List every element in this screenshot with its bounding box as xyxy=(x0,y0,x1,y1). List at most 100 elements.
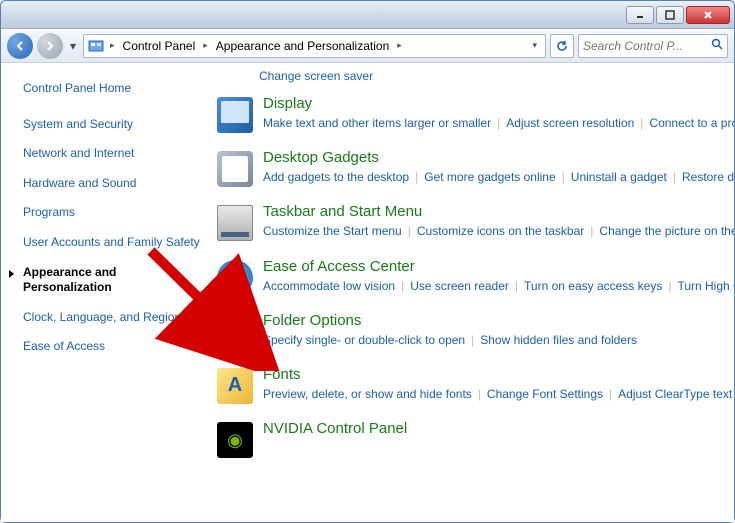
category-title[interactable]: Desktop Gadgets xyxy=(263,149,734,166)
folder-icon xyxy=(217,314,253,350)
separator: | xyxy=(556,170,571,184)
category-body: NVIDIA Control Panel xyxy=(263,420,724,458)
chevron-right-icon[interactable]: ▸ xyxy=(395,40,404,51)
category-title[interactable]: Display xyxy=(263,95,734,112)
task-link[interactable]: Specify single- or double-click to open xyxy=(263,333,465,347)
task-link[interactable]: Adjust screen resolution xyxy=(506,116,634,130)
category: Folder Options Specify single- or double-… xyxy=(211,308,734,362)
separator: | xyxy=(634,116,649,130)
category-links: Customize the Start menu|Customize icons… xyxy=(263,222,734,241)
breadcrumb-root[interactable]: Control Panel xyxy=(121,39,198,53)
sidebar-item-system-security[interactable]: System and Security xyxy=(23,117,201,133)
address-bar[interactable]: ▸ Control Panel ▸ Appearance and Persona… xyxy=(83,34,546,58)
sidebar-item-user-accounts[interactable]: User Accounts and Family Safety xyxy=(23,235,201,251)
task-link[interactable]: Restore desktop gadgets installed with W… xyxy=(682,170,734,184)
separator: | xyxy=(465,333,480,347)
category-title[interactable]: Ease of Access Center xyxy=(263,258,734,275)
category: Taskbar and Start Menu Customize the Star… xyxy=(211,199,734,253)
sidebar-item-appearance[interactable]: Appearance and Personalization xyxy=(23,265,201,296)
category-title[interactable]: Taskbar and Start Menu xyxy=(263,203,734,220)
sidebar-item-programs[interactable]: Programs xyxy=(23,205,201,221)
separator: | xyxy=(402,224,417,238)
search-box[interactable] xyxy=(578,34,728,58)
taskbar-icon xyxy=(217,205,253,241)
category-body: Taskbar and Start Menu Customize the Star… xyxy=(263,203,734,241)
category-title[interactable]: NVIDIA Control Panel xyxy=(263,420,724,437)
category-links: Accommodate low vision|Use screen reader… xyxy=(263,277,734,296)
display-icon xyxy=(217,97,253,133)
category: Fonts Preview, delete, or show and hide f… xyxy=(211,362,734,416)
category: NVIDIA Control Panel xyxy=(211,416,734,470)
category-body: Folder Options Specify single- or double-… xyxy=(263,312,724,350)
search-input[interactable] xyxy=(583,39,707,53)
control-panel-home-link[interactable]: Control Panel Home xyxy=(23,81,201,97)
task-link[interactable]: Show hidden files and folders xyxy=(480,333,637,347)
category-links: Preview, delete, or show and hide fonts|… xyxy=(263,385,732,404)
task-link[interactable]: Uninstall a gadget xyxy=(571,170,667,184)
gadget-icon xyxy=(217,151,253,187)
fonts-icon xyxy=(217,368,253,404)
task-link[interactable]: Accommodate low vision xyxy=(263,279,395,293)
separator: | xyxy=(509,279,524,293)
separator: | xyxy=(472,387,487,401)
task-link[interactable]: Connect to a projector xyxy=(649,116,734,130)
main-panel: Change screen saver Display Make text and… xyxy=(211,63,734,522)
task-link[interactable]: Use screen reader xyxy=(410,279,509,293)
separator: | xyxy=(395,279,410,293)
task-link[interactable]: Turn High Contrast on or off xyxy=(677,279,734,293)
category: Desktop Gadgets Add gadgets to the deskto… xyxy=(211,145,734,199)
sidebar-item-hardware[interactable]: Hardware and Sound xyxy=(23,176,201,192)
task-link[interactable]: Preview, delete, or show and hide fonts xyxy=(263,387,472,401)
category-body: Display Make text and other items larger … xyxy=(263,95,734,133)
back-button[interactable] xyxy=(7,33,33,59)
task-link[interactable]: Change Font Settings xyxy=(487,387,603,401)
navbar: ▾ ▸ Control Panel ▸ Appearance and Perso… xyxy=(1,29,734,63)
task-link[interactable]: Make text and other items larger or smal… xyxy=(263,116,491,130)
maximize-button[interactable] xyxy=(656,6,684,24)
body: Control Panel Home System and Security N… xyxy=(1,63,734,522)
chevron-right-icon[interactable]: ▸ xyxy=(201,40,210,51)
sidebar-item-clock[interactable]: Clock, Language, and Region xyxy=(23,310,201,326)
category: Display Make text and other items larger … xyxy=(211,91,734,145)
task-link[interactable]: Customize icons on the taskbar xyxy=(417,224,584,238)
task-link[interactable]: Turn on easy access keys xyxy=(524,279,662,293)
task-link[interactable]: Get more gadgets online xyxy=(424,170,555,184)
category-body: Fonts Preview, delete, or show and hide f… xyxy=(263,366,732,404)
sidebar-item-ease[interactable]: Ease of Access xyxy=(23,339,201,355)
category-title[interactable]: Folder Options xyxy=(263,312,724,329)
category-links: Make text and other items larger or smal… xyxy=(263,114,734,133)
window: ▾ ▸ Control Panel ▸ Appearance and Perso… xyxy=(0,0,735,523)
sidebar: Control Panel Home System and Security N… xyxy=(1,63,211,522)
category-links: Specify single- or double-click to open|… xyxy=(263,331,724,350)
separator: | xyxy=(662,279,677,293)
forward-button[interactable] xyxy=(37,33,63,59)
separator: | xyxy=(603,387,618,401)
category-links: Add gadgets to the desktop|Get more gadg… xyxy=(263,168,734,187)
history-dropdown[interactable]: ▾ xyxy=(67,35,79,57)
task-link[interactable]: Add gadgets to the desktop xyxy=(263,170,409,184)
minimize-button[interactable] xyxy=(626,6,654,24)
chevron-right-icon[interactable]: ▸ xyxy=(108,40,117,51)
task-link[interactable]: Adjust ClearType text xyxy=(618,387,732,401)
separator: | xyxy=(584,224,599,238)
ease-icon xyxy=(217,260,253,296)
task-link[interactable]: Change the picture on the Start menu xyxy=(599,224,734,238)
titlebar xyxy=(1,1,734,29)
category: Ease of Access Center Accommodate low vis… xyxy=(211,254,734,308)
change-screen-saver-link[interactable]: Change screen saver xyxy=(259,69,373,83)
category-title[interactable]: Fonts xyxy=(263,366,732,383)
address-dropdown[interactable]: ▾ xyxy=(528,40,541,51)
category-body: Ease of Access Center Accommodate low vis… xyxy=(263,258,734,296)
separator: | xyxy=(491,116,506,130)
refresh-button[interactable] xyxy=(550,34,574,58)
separator: | xyxy=(409,170,424,184)
separator: | xyxy=(667,170,682,184)
sidebar-item-network[interactable]: Network and Internet xyxy=(23,146,201,162)
nvidia-icon xyxy=(217,422,253,458)
category-body: Desktop Gadgets Add gadgets to the deskto… xyxy=(263,149,734,187)
close-button[interactable] xyxy=(686,6,730,24)
breadcrumb-current[interactable]: Appearance and Personalization xyxy=(214,39,391,53)
task-link[interactable]: Customize the Start menu xyxy=(263,224,402,238)
control-panel-icon xyxy=(88,38,104,54)
search-icon xyxy=(711,38,723,53)
